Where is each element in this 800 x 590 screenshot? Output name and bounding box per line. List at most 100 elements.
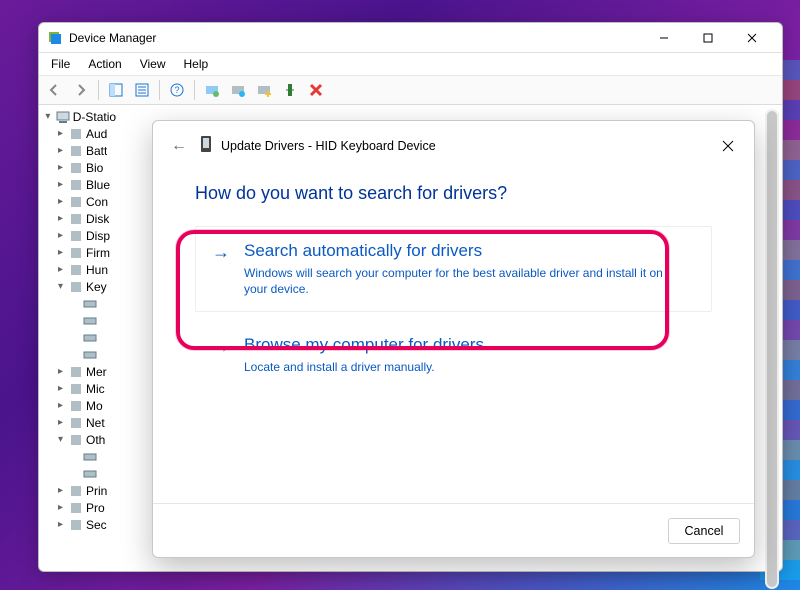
tree-twisty[interactable]: ▸ bbox=[55, 196, 66, 207]
tree-row[interactable]: ▸ Hun bbox=[41, 261, 117, 278]
device-manager-window: Device Manager File Action View Help ? ▾… bbox=[38, 22, 783, 572]
tree-row[interactable]: ▸Mer bbox=[41, 363, 117, 380]
tree-twisty[interactable]: ▸ bbox=[55, 485, 66, 496]
tree-twisty[interactable]: ▸ bbox=[55, 128, 66, 139]
tree-row[interactable]: ▸ Firm bbox=[41, 244, 117, 261]
tree-twisty[interactable]: ▾ bbox=[55, 434, 66, 445]
tree-twisty[interactable]: ▸ bbox=[55, 383, 66, 394]
tree-label: Disp bbox=[86, 229, 110, 243]
tree-twisty[interactable]: ▾ bbox=[55, 281, 66, 292]
tree-label: D-Station bbox=[73, 110, 117, 124]
menu-help[interactable]: Help bbox=[176, 55, 217, 73]
tree-row[interactable]: ▸ Disk bbox=[41, 210, 117, 227]
titlebar[interactable]: Device Manager bbox=[39, 23, 782, 53]
device-category-icon bbox=[68, 160, 84, 176]
device-category-icon bbox=[68, 500, 84, 516]
device-category-icon bbox=[82, 449, 98, 465]
tree-twisty[interactable]: ▸ bbox=[55, 247, 66, 258]
tree-row[interactable]: ▾ Oth bbox=[41, 431, 117, 448]
tree-row[interactable]: ▸Pro bbox=[41, 499, 117, 516]
nav-forward-button[interactable] bbox=[69, 78, 93, 102]
disable-device-button[interactable] bbox=[304, 78, 328, 102]
window-title: Device Manager bbox=[69, 31, 156, 45]
arrow-right-icon: → bbox=[212, 242, 230, 263]
tree-twisty[interactable]: ▸ bbox=[55, 179, 66, 190]
tree-row[interactable] bbox=[41, 465, 117, 482]
tree-twisty[interactable]: ▸ bbox=[55, 417, 66, 428]
tree-label: Bio bbox=[86, 161, 103, 175]
menu-view[interactable]: View bbox=[132, 55, 174, 73]
tree-twisty[interactable]: ▸ bbox=[55, 230, 66, 241]
tree-label: Oth bbox=[86, 433, 105, 447]
tree-row[interactable]: ▸Sec bbox=[41, 516, 117, 533]
device-category-icon bbox=[68, 228, 84, 244]
tree-row[interactable] bbox=[41, 448, 117, 465]
tree-label: Firm bbox=[86, 246, 110, 260]
tree-row[interactable]: ▸ Net bbox=[41, 414, 117, 431]
scrollbar[interactable] bbox=[765, 109, 779, 589]
tree-twisty[interactable]: ▾ bbox=[43, 111, 53, 122]
device-category-icon bbox=[68, 483, 84, 499]
scan-hardware-button[interactable] bbox=[226, 78, 250, 102]
tree-row[interactable] bbox=[41, 312, 117, 329]
device-category-icon bbox=[68, 262, 84, 278]
tree-twisty[interactable]: ▸ bbox=[55, 502, 66, 513]
minimize-button[interactable] bbox=[642, 24, 686, 52]
device-category-icon bbox=[68, 432, 84, 448]
cancel-button[interactable]: Cancel bbox=[668, 518, 740, 544]
device-category-icon bbox=[68, 126, 84, 142]
option-browse-computer[interactable]: → Browse my computer for drivers Locate … bbox=[195, 320, 712, 390]
tree-label: Mo bbox=[86, 399, 103, 413]
tree-row[interactable]: ▸ Bio bbox=[41, 159, 117, 176]
scrollbar-thumb[interactable] bbox=[767, 111, 777, 587]
device-category-icon bbox=[82, 466, 98, 482]
toolbar: ? bbox=[39, 75, 782, 105]
properties-button[interactable] bbox=[130, 78, 154, 102]
option-search-automatically[interactable]: → Search automatically for drivers Windo… bbox=[195, 226, 712, 312]
tree-row[interactable]: ▸Aud bbox=[41, 125, 117, 142]
tree-row[interactable]: ▸ Prin bbox=[41, 482, 117, 499]
tree-row[interactable] bbox=[41, 329, 117, 346]
tree-row[interactable]: ▸Blue bbox=[41, 176, 117, 193]
tree-label: Net bbox=[86, 416, 105, 430]
tree-row[interactable]: ▸Batt bbox=[41, 142, 117, 159]
dialog-close-button[interactable] bbox=[716, 134, 740, 158]
tree-row[interactable]: ▸Con bbox=[41, 193, 117, 210]
tree-row[interactable] bbox=[41, 295, 117, 312]
tree-twisty[interactable]: ▸ bbox=[55, 162, 66, 173]
tree-row[interactable]: ▾ D-Station bbox=[41, 108, 117, 125]
help-button[interactable]: ? bbox=[165, 78, 189, 102]
tree-row[interactable]: ▸ Disp bbox=[41, 227, 117, 244]
uninstall-device-button[interactable] bbox=[278, 78, 302, 102]
add-device-button[interactable] bbox=[252, 78, 276, 102]
menu-action[interactable]: Action bbox=[80, 55, 129, 73]
device-tree[interactable]: ▾D-Station▸Aud▸Batt▸Bio▸Blue▸Con▸Disk▸Di… bbox=[39, 106, 117, 571]
tree-row[interactable]: ▸Mic bbox=[41, 380, 117, 397]
tree-twisty[interactable]: ▸ bbox=[55, 264, 66, 275]
dialog-footer: Cancel bbox=[153, 503, 754, 557]
dialog-title: Update Drivers - HID Keyboard Device bbox=[221, 139, 436, 153]
tree-label: Disk bbox=[86, 212, 109, 226]
device-category-icon bbox=[82, 330, 98, 346]
tree-label: Hun bbox=[86, 263, 108, 277]
device-category-icon bbox=[82, 313, 98, 329]
maximize-button[interactable] bbox=[686, 24, 730, 52]
device-category-icon bbox=[68, 211, 84, 227]
tree-row[interactable]: ▾Key bbox=[41, 278, 117, 295]
tree-row[interactable]: ▸ Mo bbox=[41, 397, 117, 414]
tree-label: Prin bbox=[86, 484, 107, 498]
tree-twisty[interactable]: ▸ bbox=[55, 519, 66, 530]
tree-twisty[interactable]: ▸ bbox=[55, 400, 66, 411]
close-button[interactable] bbox=[730, 24, 774, 52]
tree-twisty[interactable]: ▸ bbox=[55, 366, 66, 377]
menu-file[interactable]: File bbox=[43, 55, 78, 73]
show-hide-tree-button[interactable] bbox=[104, 78, 128, 102]
back-arrow-icon[interactable]: ← bbox=[171, 137, 189, 155]
update-drivers-dialog: ← Update Drivers - HID Keyboard Device H… bbox=[152, 120, 755, 558]
nav-back-button[interactable] bbox=[43, 78, 67, 102]
update-driver-button[interactable] bbox=[200, 78, 224, 102]
tree-twisty[interactable]: ▸ bbox=[55, 145, 66, 156]
tree-twisty[interactable]: ▸ bbox=[55, 213, 66, 224]
dialog-question: How do you want to search for drivers? bbox=[195, 183, 712, 204]
tree-row[interactable] bbox=[41, 346, 117, 363]
